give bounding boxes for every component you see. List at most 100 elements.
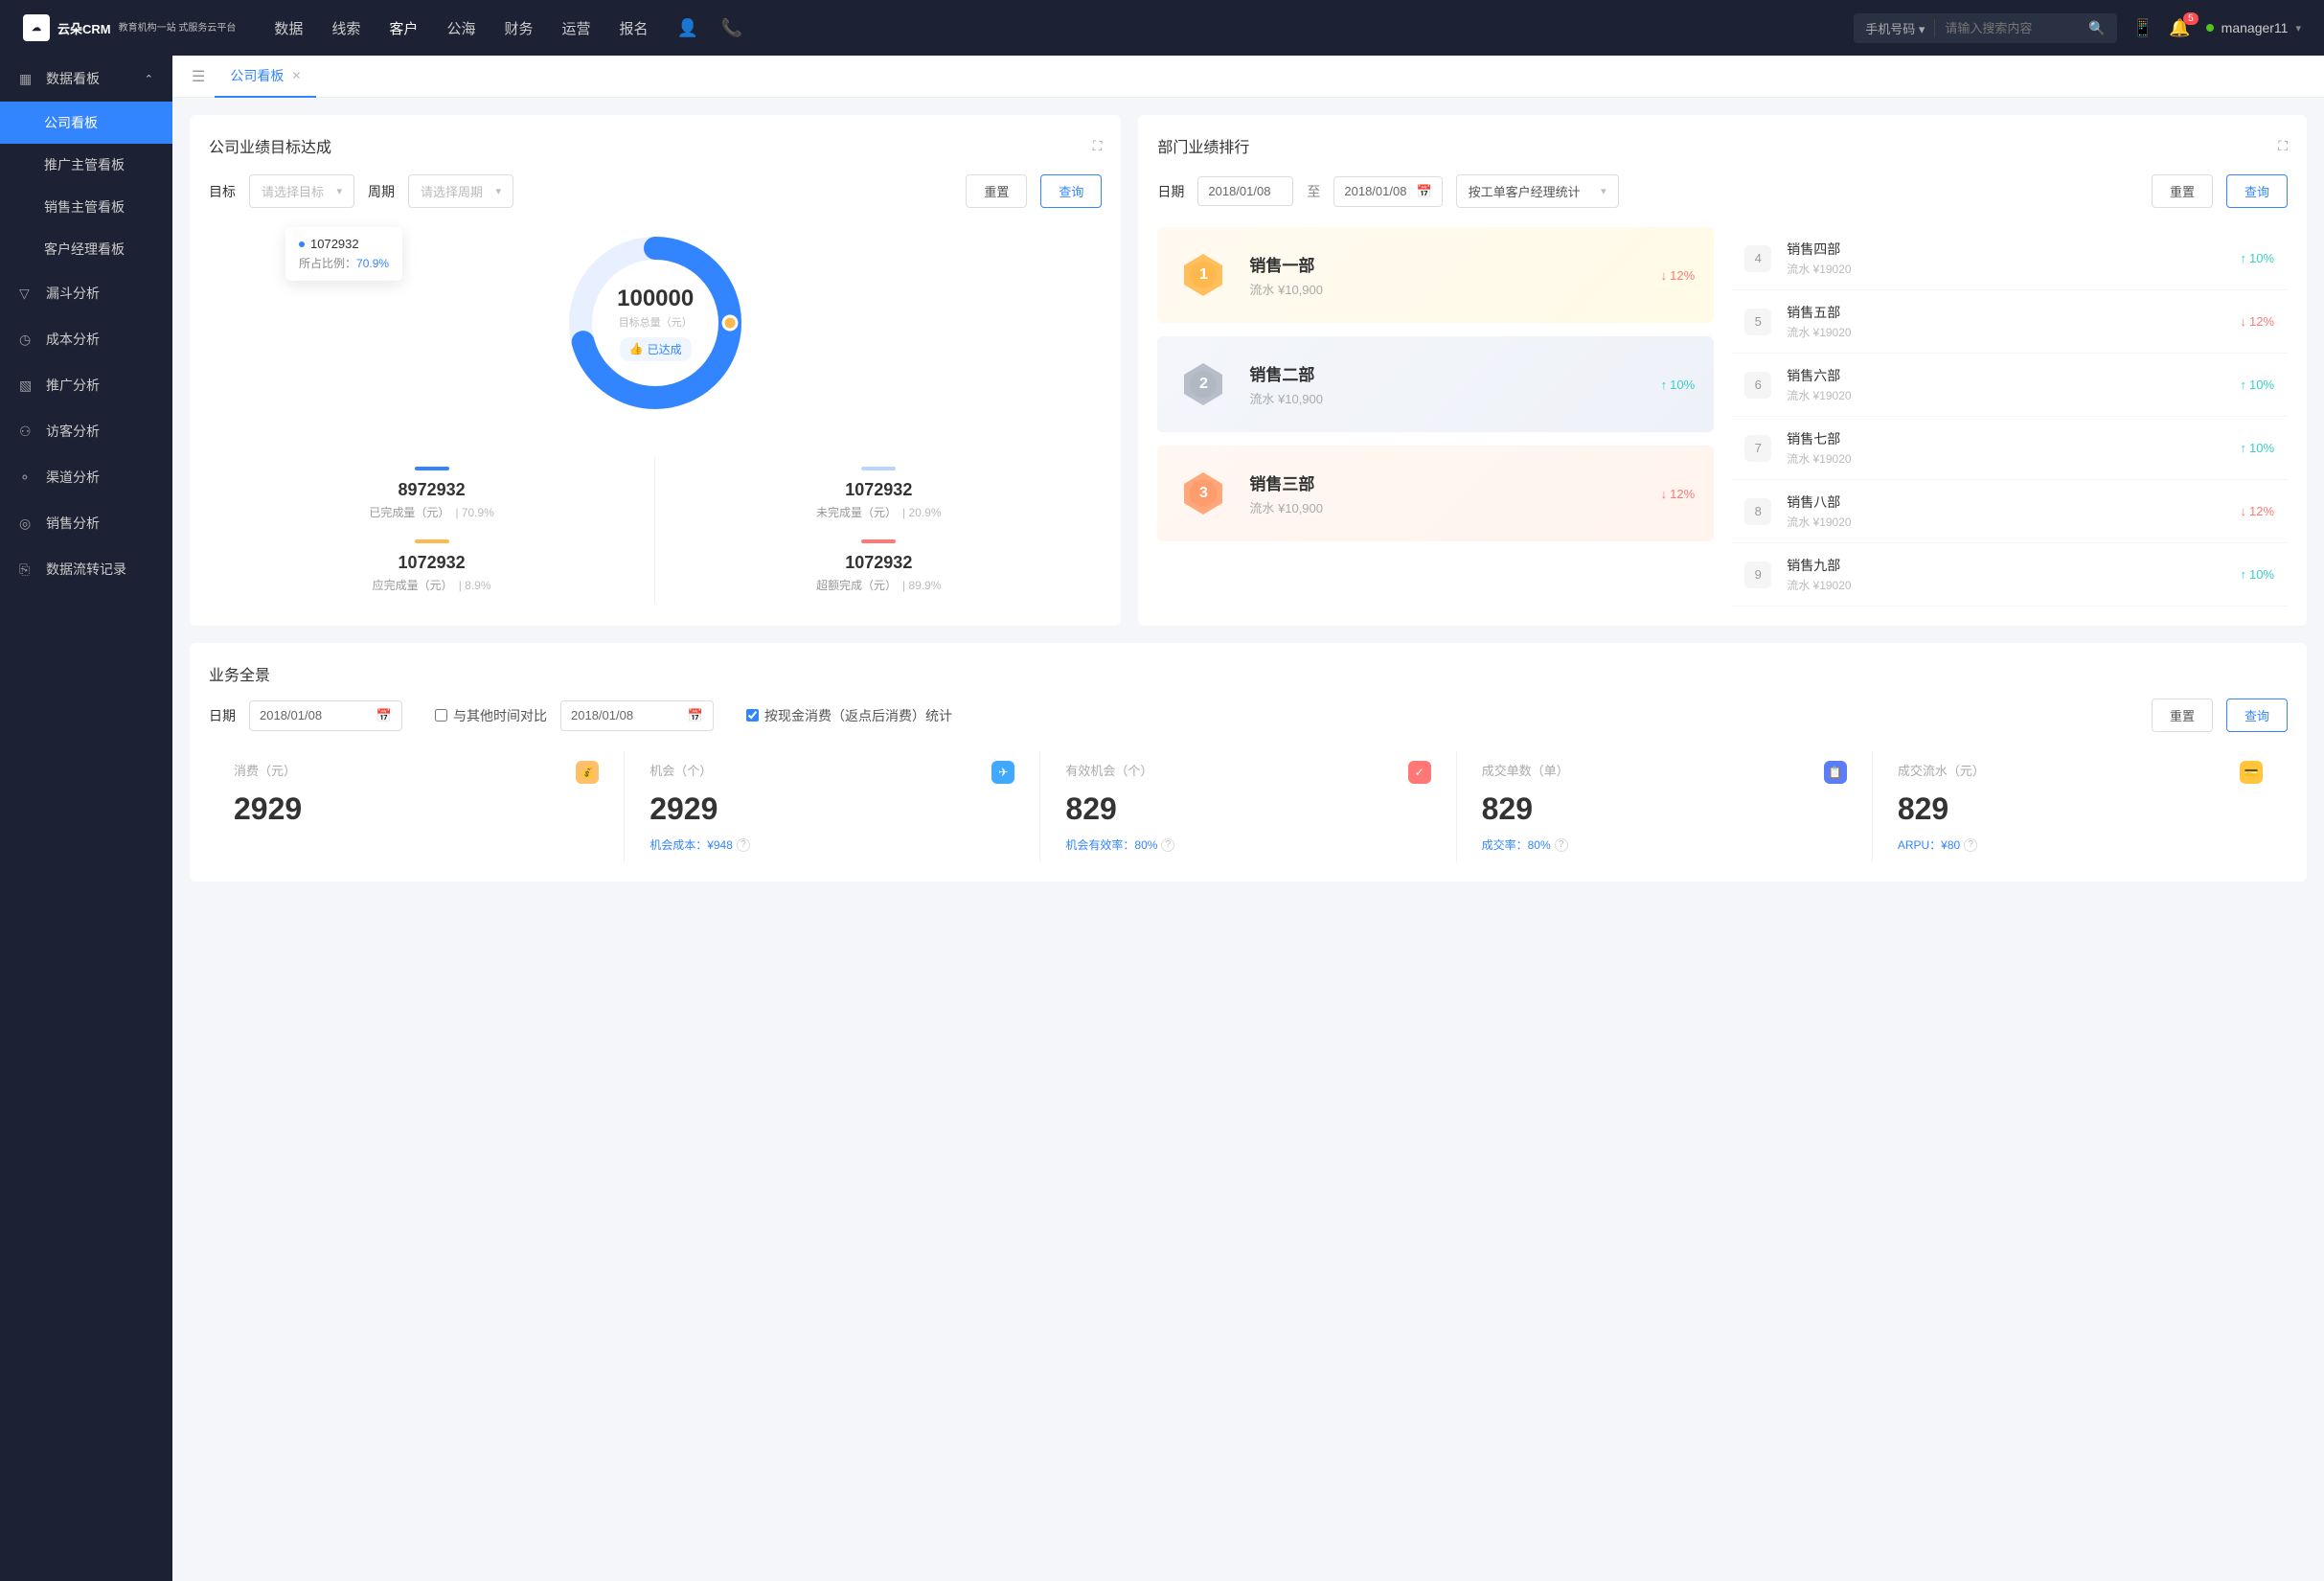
rank-value: 流水 ¥19020 [1787, 324, 2224, 340]
cash-checkbox[interactable]: 按现金消费（返点后消费）统计 [746, 706, 952, 725]
stat-label: 超额完成（元）| 89.9% [665, 577, 1092, 593]
biz-value: 829 [1482, 791, 1847, 827]
biz-icon: ✈ [991, 761, 1014, 784]
sidebar-item-company-board[interactable]: 公司看板 [0, 102, 172, 144]
rank-index: 6 [1744, 372, 1771, 399]
phone-icon[interactable]: 📞 [721, 18, 742, 38]
reset-button[interactable]: 重置 [2152, 174, 2213, 208]
rank-name: 销售六部 [1787, 366, 2224, 385]
nav-enroll[interactable]: 报名 [619, 18, 648, 38]
sidebar-item-cost[interactable]: ◷成本分析 [0, 316, 172, 362]
arrow-up-icon: ↑ [2240, 567, 2246, 582]
rank-row[interactable]: 6 销售六部 流水 ¥19020 ↑ 10% [1731, 354, 2288, 417]
username: manager11 [2221, 20, 2289, 35]
sidebar-item-manager-board[interactable]: 客户经理看板 [0, 228, 172, 270]
sidebar-item-sales[interactable]: ◎销售分析 [0, 500, 172, 546]
rank-top-1[interactable]: 1 销售一部 流水 ¥10,900 ↓12% [1157, 227, 1714, 323]
rank-row[interactable]: 5 销售五部 流水 ¥19020 ↓ 12% [1731, 290, 2288, 354]
chart-center-value: 100000 [617, 286, 694, 312]
logo[interactable]: ☁ 云朵CRM 教育机构一站 式服务云平台 [23, 14, 236, 41]
close-icon[interactable]: ✕ [291, 69, 301, 82]
rank-top-3[interactable]: 3 销售三部 流水 ¥10,900 ↓12% [1157, 446, 1714, 541]
card-title: 部门业绩排行 [1157, 134, 1249, 157]
user-icon[interactable]: 👤 [677, 18, 698, 38]
help-icon[interactable]: ? [1161, 838, 1174, 852]
stat-bar [861, 539, 896, 543]
select-period[interactable]: 请选择周期▾ [408, 174, 513, 208]
sidebar-item-sales-board[interactable]: 销售主管看板 [0, 186, 172, 228]
menu-icon[interactable]: ☰ [182, 67, 215, 86]
biz-metric: 成交流水（元） 💳 829 ARPU：¥80 ? [1873, 751, 2288, 862]
date-input-2[interactable]: 2018/01/08📅 [560, 700, 714, 731]
sidebar-item-visitor[interactable]: ⚇访客分析 [0, 408, 172, 454]
query-button[interactable]: 查询 [1040, 174, 1102, 208]
help-icon[interactable]: ? [737, 838, 750, 852]
search-box: 手机号码 ▾ 🔍 [1854, 13, 2117, 43]
sidebar-item-funnel[interactable]: ▽漏斗分析 [0, 270, 172, 316]
share-icon: ⚬ [19, 470, 34, 485]
select-target[interactable]: 请选择目标▾ [249, 174, 354, 208]
query-button[interactable]: 查询 [2226, 699, 2288, 732]
sidebar-group-dashboard[interactable]: ▦数据看板 ⌃ [0, 56, 172, 102]
date-input-1[interactable]: 2018/01/08📅 [249, 700, 402, 731]
notifications-icon[interactable]: 🔔5 [2169, 18, 2190, 38]
help-icon[interactable]: ? [1555, 838, 1568, 852]
stat-item: 1072932 超额完成（元）| 89.9% [655, 530, 1102, 603]
achieved-badge: 👍已达成 [620, 337, 692, 361]
compare-checkbox[interactable]: 与其他时间对比 [435, 706, 547, 725]
nav-ops[interactable]: 运营 [561, 18, 590, 38]
user-menu[interactable]: manager11 ▾ [2206, 20, 2301, 35]
sidebar-item-channel[interactable]: ⚬渠道分析 [0, 454, 172, 500]
search-type-select[interactable]: 手机号码 ▾ [1865, 19, 1935, 37]
sidebar-item-promo-board[interactable]: 推广主管看板 [0, 144, 172, 186]
clock-icon: ◷ [19, 332, 34, 347]
rank-row[interactable]: 8 销售八部 流水 ¥19020 ↓ 12% [1731, 480, 2288, 543]
query-button[interactable]: 查询 [2226, 174, 2288, 208]
search-input[interactable] [1945, 21, 2079, 35]
date-from[interactable]: 2018/01/08 [1197, 176, 1293, 206]
search-icon[interactable]: 🔍 [2088, 20, 2105, 36]
sidebar-item-promo[interactable]: ▧推广分析 [0, 362, 172, 408]
medal-icon: 1 [1176, 248, 1230, 302]
rank-row[interactable]: 7 销售七部 流水 ¥19020 ↑ 10% [1731, 417, 2288, 480]
date-to[interactable]: 2018/01/08📅 [1333, 176, 1442, 207]
rank-pct: ↑ 10% [2240, 378, 2274, 392]
biz-sublabel: 机会成本：¥948 ? [649, 836, 1014, 853]
help-icon[interactable]: ? [1964, 838, 1977, 852]
nav-customers[interactable]: 客户 [389, 18, 418, 38]
medal-icon: 2 [1176, 357, 1230, 411]
device-icon[interactable]: 📱 [2132, 18, 2153, 38]
rank-pct: ↑ 10% [2240, 567, 2274, 582]
sidebar: ▦数据看板 ⌃ 公司看板 推广主管看板 销售主管看板 客户经理看板 ▽漏斗分析 … [0, 56, 172, 1581]
arrow-up-icon: ↑ [2240, 441, 2246, 455]
nav-data[interactable]: 数据 [274, 18, 303, 38]
sidebar-item-flow[interactable]: ⎘数据流转记录 [0, 546, 172, 592]
compare-checkbox-input[interactable] [435, 709, 447, 722]
expand-icon[interactable]: ⛶ [2278, 138, 2288, 154]
biz-label: 消费（元） [234, 761, 296, 779]
reset-button[interactable]: 重置 [2152, 699, 2213, 732]
expand-icon[interactable]: ⛶ [1093, 138, 1103, 154]
select-statby[interactable]: 按工单客户经理统计▾ [1456, 174, 1619, 208]
arrow-up-icon: ↑ [1661, 378, 1668, 392]
rank-pct: ↑ 10% [2240, 251, 2274, 265]
rank-row[interactable]: 9 销售九部 流水 ¥19020 ↑ 10% [1731, 543, 2288, 607]
tab-company-board[interactable]: 公司看板 ✕ [215, 56, 316, 98]
top-nav: 数据 线索 客户 公海 财务 运营 报名 [274, 18, 648, 38]
biz-metric: 机会（个） ✈ 2929 机会成本：¥948 ? [625, 751, 1040, 862]
rank-value: 流水 ¥19020 [1787, 450, 2224, 467]
calendar-icon: 📅 [1416, 184, 1431, 199]
reset-button[interactable]: 重置 [966, 174, 1027, 208]
nav-finance[interactable]: 财务 [504, 18, 533, 38]
nav-leads[interactable]: 线索 [331, 18, 360, 38]
rank-pct: ↓12% [1661, 487, 1696, 501]
rank-top-2[interactable]: 2 销售二部 流水 ¥10,900 ↑10% [1157, 336, 1714, 432]
logo-subtitle: 教育机构一站 式服务云平台 [119, 22, 237, 34]
chevron-down-icon: ▾ [336, 185, 342, 197]
stat-value: 1072932 [665, 553, 1092, 573]
rank-value: 流水 ¥19020 [1787, 514, 2224, 530]
cash-checkbox-input[interactable] [746, 709, 759, 722]
nav-public[interactable]: 公海 [446, 18, 475, 38]
rank-row[interactable]: 4 销售四部 流水 ¥19020 ↑ 10% [1731, 227, 2288, 290]
rank-value: 流水 ¥19020 [1787, 387, 2224, 403]
